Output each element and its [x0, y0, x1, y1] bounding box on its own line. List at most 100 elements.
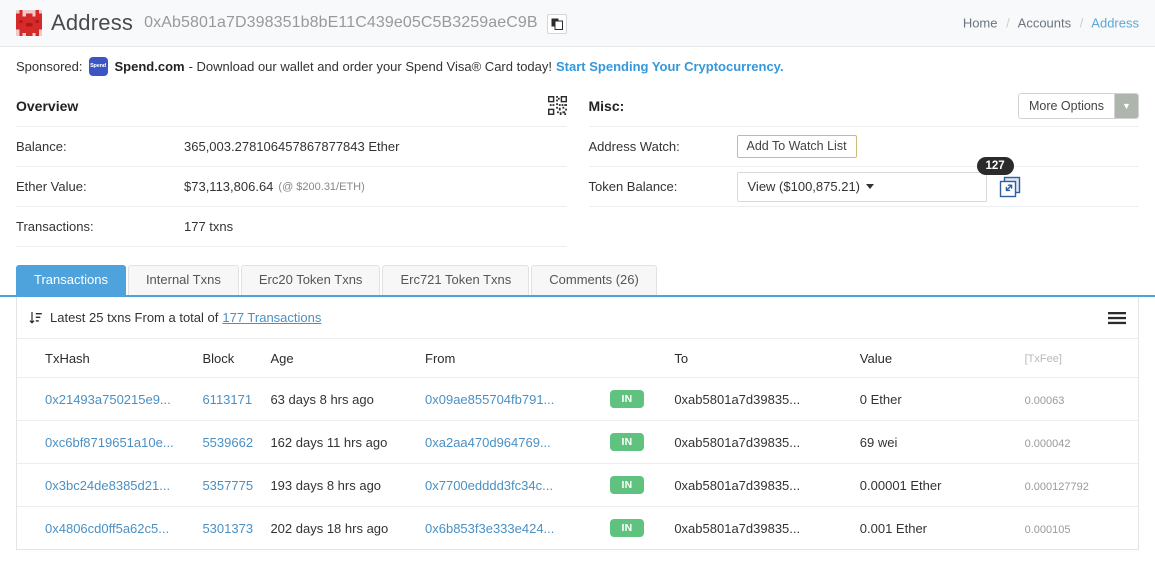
col-block[interactable]: Block — [202, 339, 271, 378]
overview-row-balance: Balance: 365,003.278106457867877843 Ethe… — [16, 127, 567, 167]
cell-txhash: 0x21493a750215e9... — [17, 377, 203, 421]
col-txhash[interactable]: TxHash — [17, 339, 203, 378]
txfee-value: 0.00063 — [1024, 394, 1065, 407]
transactions-table: TxHash Block Age From To Value [TxFee] 0… — [17, 339, 1138, 549]
txhash-link[interactable]: 0x4806cd0ff5a62c5... — [45, 521, 169, 536]
qr-code-glyph — [547, 96, 567, 115]
from-address-link[interactable]: 0x6b853f3e333e424... — [425, 521, 554, 536]
more-options-button[interactable]: More Options ▼ — [1017, 92, 1139, 119]
sponsor-description: - Download our wallet and order your Spe… — [188, 58, 553, 74]
sort-descending-icon[interactable] — [29, 311, 42, 325]
tab-bar: Transactions Internal Txns Erc20 Token T… — [0, 264, 1155, 297]
table-row: 0x4806cd0ff5a62c5... 5301373 202 days 18… — [17, 507, 1138, 550]
cell-age: 193 days 8 hrs ago — [270, 463, 425, 507]
copy-glyph — [551, 18, 563, 30]
qr-code-icon[interactable] — [547, 96, 567, 115]
address-value: 0xAb5801a7D398351b8bE11C439e05C5B3259aeC… — [144, 14, 538, 31]
cell-txfee: 0.000042 — [1024, 420, 1138, 464]
col-to[interactable]: To — [674, 339, 860, 378]
cell-age: 63 days 8 hrs ago — [270, 377, 425, 421]
breadcrumb-address[interactable]: Address — [1091, 16, 1139, 31]
cell-age: 202 days 18 hrs ago — [270, 520, 389, 536]
block-link[interactable]: 5301373 — [202, 521, 253, 536]
sponsored-banner: Sponsored: Spend Spend.com - Download ou… — [0, 47, 1155, 85]
token-balance-dropdown[interactable]: View ($100,875.21) — [736, 171, 987, 202]
table-summary-text: Latest 25 txns From a total of — [50, 310, 219, 325]
sponsor-cta-link[interactable]: Start Spending Your Cryptocurrency. — [556, 59, 784, 74]
txhash-link[interactable]: 0x21493a750215e9... — [45, 392, 171, 407]
breadcrumb-accounts[interactable]: Accounts — [1018, 16, 1071, 31]
address-watch-label: Address Watch: — [588, 139, 680, 154]
cell-to: 0xab5801a7d39835... — [674, 463, 860, 507]
direction-badge: IN — [610, 476, 644, 494]
ether-value-rate: (@ $200.31/ETH) — [278, 180, 365, 193]
copy-icon[interactable] — [546, 14, 567, 34]
more-options-label: More Options — [1018, 93, 1114, 118]
hamburger-menu-icon[interactable] — [1108, 311, 1126, 325]
token-balance-label: Token Balance: — [588, 179, 678, 194]
page-title: Address — [51, 10, 134, 35]
tab-erc721-token-txns[interactable]: Erc721 Token Txns — [382, 264, 530, 295]
transactions-table-head: TxHash Block Age From To Value [TxFee] — [17, 339, 1138, 378]
cell-from: 0x6b853f3e333e424... — [425, 507, 610, 550]
expand-window-icon[interactable] — [999, 176, 1021, 198]
cell-block: 5301373 — [202, 507, 270, 550]
ether-value-amount: $73,113,806.64 — [184, 179, 274, 194]
cell-from: 0x09ae855704fb791... — [425, 377, 611, 421]
overview-title: Overview — [16, 97, 79, 114]
col-age[interactable]: Age — [270, 339, 425, 378]
misc-title: Misc: — [588, 97, 625, 114]
from-address-link[interactable]: 0x7700edddd3fc34c... — [425, 478, 553, 493]
txhash-link[interactable]: 0xc6bf8719651a10e... — [45, 435, 174, 450]
cell-value: 0.001 Ether — [859, 520, 927, 536]
direction-badge: IN — [610, 519, 644, 537]
total-transactions-link[interactable]: 177 Transactions — [222, 310, 321, 325]
table-header-row: TxHash Block Age From To Value [TxFee] — [17, 339, 1138, 378]
block-link[interactable]: 6113171 — [202, 392, 252, 407]
table-row: 0x3bc24de8385d21... 5357775 193 days 8 h… — [17, 463, 1138, 507]
direction-badge: IN — [610, 433, 644, 451]
col-direction — [610, 339, 675, 378]
chevron-down-icon: ▼ — [1114, 93, 1138, 118]
cell-value: 0.00001 Ether — [859, 463, 1025, 507]
col-value[interactable]: Value — [859, 339, 1025, 378]
address-identicon — [16, 10, 42, 36]
overview-panel: Overview Balance: 365,003.27810645786787… — [16, 85, 567, 247]
tab-comments[interactable]: Comments (26) — [531, 264, 657, 295]
cell-txhash: 0x3bc24de8385d21... — [17, 463, 203, 507]
block-link[interactable]: 5539662 — [202, 435, 253, 450]
cell-age: 162 days 11 hrs ago — [270, 420, 425, 464]
breadcrumb-separator-2: / — [1079, 15, 1084, 31]
txfee-value: 0.000127792 — [1024, 480, 1089, 493]
transactions-label: Transactions: — [16, 219, 94, 234]
col-txfee[interactable]: [TxFee] — [1024, 339, 1138, 378]
balance-label: Balance: — [16, 139, 67, 154]
sponsor-brand[interactable]: Spend.com — [115, 59, 185, 74]
txfee-value: 0.000042 — [1024, 437, 1071, 450]
misc-row-token-balance: Token Balance: View ($100,875.21) 127 — [588, 156, 1139, 207]
breadcrumb-home[interactable]: Home — [963, 16, 998, 31]
txhash-link[interactable]: 0x3bc24de8385d21... — [45, 478, 170, 493]
from-address-link[interactable]: 0x09ae855704fb791... — [425, 392, 554, 407]
expand-window-glyph — [999, 176, 1020, 197]
transactions-card: Latest 25 txns From a total of 177 Trans… — [16, 297, 1139, 550]
add-to-watch-list-button[interactable]: Add To Watch List — [736, 134, 857, 159]
misc-panel: Misc: More Options ▼ Address Watch: Add … — [588, 85, 1139, 247]
block-link[interactable]: 5357775 — [202, 478, 253, 493]
balance-value: 365,003.278106457867877843 Ether — [184, 139, 400, 154]
summary-panels: Overview Balance: 365,003.27810645786787… — [0, 85, 1155, 247]
from-address-link[interactable]: 0xa2aa470d964769... — [425, 435, 551, 450]
tab-internal-txns[interactable]: Internal Txns — [127, 264, 239, 295]
cell-txhash: 0x4806cd0ff5a62c5... — [17, 507, 202, 550]
direction-badge: IN — [610, 390, 644, 408]
table-summary: Latest 25 txns From a total of 177 Trans… — [29, 310, 321, 325]
tab-erc20-token-txns[interactable]: Erc20 Token Txns — [240, 264, 381, 295]
token-balance-value: View ($100,875.21) — [747, 179, 861, 194]
cell-from: 0xa2aa470d964769... — [425, 420, 611, 464]
col-from[interactable]: From — [425, 339, 611, 378]
cell-block: 6113171 — [202, 377, 271, 421]
cell-direction: IN — [610, 507, 674, 550]
cell-from: 0x7700edddd3fc34c... — [425, 463, 611, 507]
cell-direction: IN — [610, 463, 675, 507]
tab-transactions[interactable]: Transactions — [16, 264, 126, 295]
